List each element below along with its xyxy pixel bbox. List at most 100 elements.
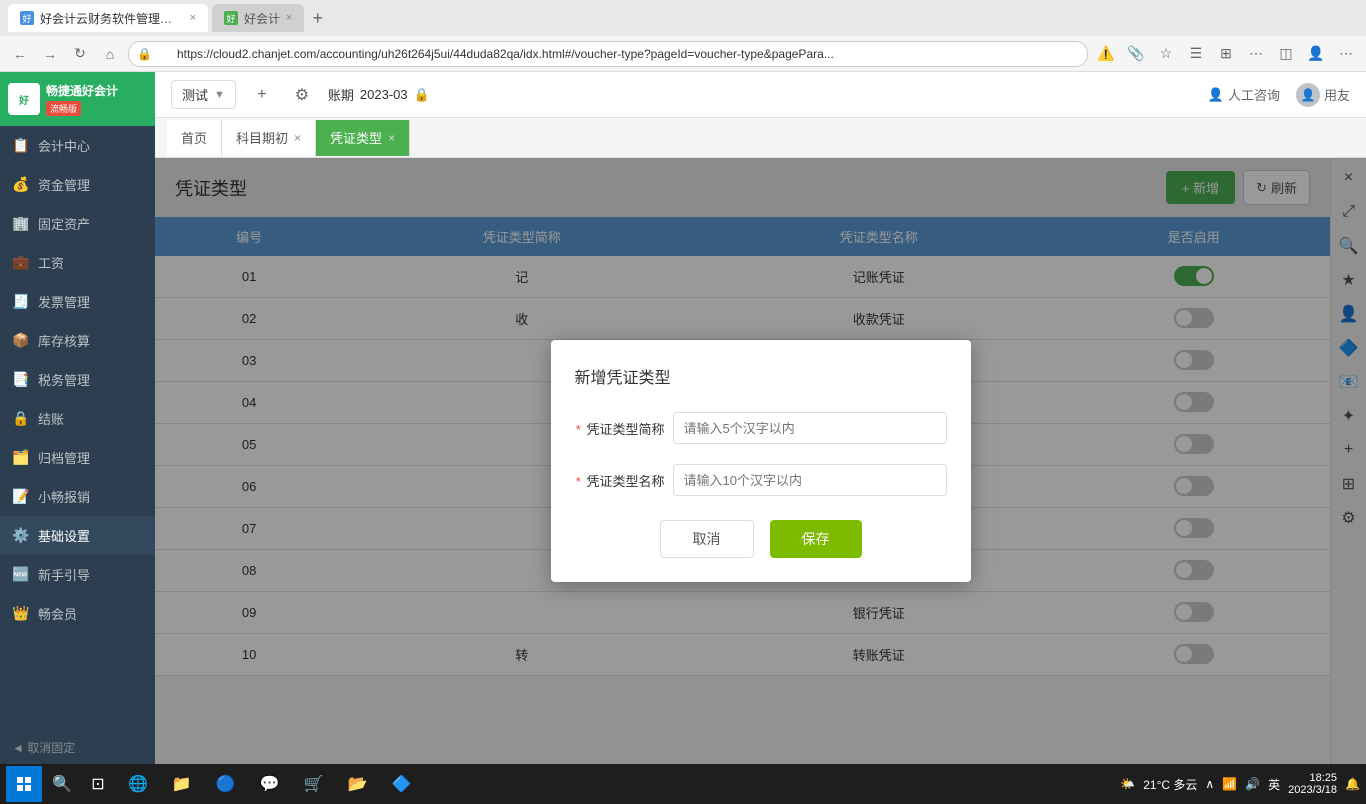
- sidebar-item-salary[interactable]: 💼 工资: [0, 243, 155, 282]
- task-view-btn[interactable]: ⊡: [82, 768, 114, 800]
- nav-refresh-button[interactable]: ↻: [68, 42, 92, 66]
- reader-btn[interactable]: ☰: [1184, 42, 1208, 66]
- sidebar-item-settings[interactable]: ⚙️ 基础设置: [0, 516, 155, 555]
- sidebar-item-label-tax: 税务管理: [38, 370, 90, 389]
- sidebar-item-label-settings: 基础设置: [38, 526, 90, 545]
- sidebar-item-fixed-assets[interactable]: 🏢 固定资产: [0, 204, 155, 243]
- save-btn[interactable]: 保存: [770, 520, 862, 558]
- logo-app-name: 畅捷通好会计: [46, 82, 118, 99]
- nav-home-button[interactable]: ⌂: [98, 42, 122, 66]
- tab-close-2[interactable]: ×: [286, 12, 292, 24]
- sidebar-item-tax[interactable]: 📑 税务管理: [0, 360, 155, 399]
- tab-home-label: 首页: [181, 128, 207, 147]
- more-btn[interactable]: ⋯: [1334, 42, 1358, 66]
- sidebar-item-label-fund: 资金管理: [38, 175, 90, 194]
- sidebar-item-label-expense: 小畅报销: [38, 487, 90, 506]
- tab-voucher-type-label: 凭证类型: [330, 128, 382, 147]
- sidebar-item-invoice[interactable]: 🧾 发票管理: [0, 282, 155, 321]
- split-btn[interactable]: ⊞: [1214, 42, 1238, 66]
- tab-subject-period[interactable]: 科目期初 ×: [222, 120, 316, 156]
- wechat-icon: 💬: [260, 774, 280, 794]
- sidebar-item-expense[interactable]: 📝 小畅报销: [0, 477, 155, 516]
- taskbar-app-chrome[interactable]: 🔵: [206, 768, 246, 800]
- sidebar-toggle-btn[interactable]: ◫: [1274, 42, 1298, 66]
- nav-back-button[interactable]: ←: [8, 42, 32, 66]
- tax-icon: 📑: [12, 371, 30, 389]
- sidebar-item-label-member: 畅会员: [38, 604, 77, 623]
- nav-forward-button[interactable]: →: [38, 42, 62, 66]
- taskbar-wifi-icon: 📶: [1222, 777, 1237, 791]
- user-profile-btn[interactable]: 👤: [1304, 42, 1328, 66]
- taskbar-notification-icon[interactable]: 🔔: [1345, 777, 1360, 791]
- cancel-btn[interactable]: 取消: [660, 520, 754, 558]
- sidebar-collapse-label: ◄ 取消固定: [12, 739, 75, 756]
- profile-btn[interactable]: ⚠️: [1094, 42, 1118, 66]
- taskbar-app-explorer[interactable]: 📁: [162, 768, 202, 800]
- browser-tab-2[interactable]: 好 好会计 ×: [212, 4, 304, 32]
- logo-icon: 好: [8, 83, 40, 115]
- taskbar-arrow-up[interactable]: ∧: [1205, 777, 1214, 791]
- taskbar-app-edge[interactable]: 🌐: [118, 768, 158, 800]
- edge2-icon: 🔷: [392, 774, 412, 794]
- sidebar-item-dashboard[interactable]: 📋 会计中心: [0, 126, 155, 165]
- expense-icon: 📝: [12, 488, 30, 506]
- checkout-icon: 🔒: [12, 410, 30, 428]
- start-button[interactable]: [6, 766, 42, 802]
- sidebar-item-fund[interactable]: 💰 资金管理: [0, 165, 155, 204]
- tab-voucher-type-close[interactable]: ×: [388, 131, 395, 145]
- explorer-icon: 📁: [172, 774, 192, 794]
- required-marker-2: *: [576, 474, 581, 489]
- short-label: * 凭证类型简称: [575, 419, 665, 438]
- taskbar-app-files[interactable]: 📂: [338, 768, 378, 800]
- short-input[interactable]: [673, 412, 947, 444]
- taskbar-app-edge2[interactable]: 🔷: [382, 768, 422, 800]
- period-label: 账期: [328, 85, 354, 104]
- name-label: * 凭证类型名称: [575, 471, 665, 490]
- modal-buttons: 取消 保存: [575, 520, 947, 558]
- name-input[interactable]: [673, 464, 947, 496]
- bookmark-btn[interactable]: ☆: [1154, 42, 1178, 66]
- search-taskbar-btn[interactable]: 🔍: [46, 768, 78, 800]
- sidebar-collapse-btn[interactable]: ◄ 取消固定: [0, 731, 155, 764]
- taskbar-lang[interactable]: 英: [1268, 776, 1280, 793]
- chrome-icon: 🔵: [216, 774, 236, 794]
- sidebar-item-guide[interactable]: 🆕 新手引导: [0, 555, 155, 594]
- sidebar-item-label-dashboard: 会计中心: [38, 136, 90, 155]
- taskbar-app-store[interactable]: 🛒: [294, 768, 334, 800]
- address-bar: ← → ↻ ⌂ 🔒 https://cloud2.chanjet.com/acc…: [0, 36, 1366, 72]
- sidebar-item-member[interactable]: 👑 畅会员: [0, 594, 155, 633]
- sidebar-item-label-guide: 新手引导: [38, 565, 90, 584]
- user-btn[interactable]: 👤 用友: [1296, 83, 1350, 107]
- required-marker-1: *: [576, 422, 581, 437]
- toolbar-right: 👤 人工咨询 👤 用友: [1208, 83, 1350, 107]
- page-content-area: 凭证类型 + 新增 ↻ 刷新: [155, 158, 1366, 764]
- tab-subject-period-close[interactable]: ×: [294, 131, 301, 145]
- sidebar-logo[interactable]: 好 畅捷通好会计 流畅版: [0, 72, 155, 126]
- sidebar-item-checkout[interactable]: 🔒 结账: [0, 399, 155, 438]
- modal-overlay: 新增凭证类型 * 凭证类型简称 * 凭证类型名称: [155, 158, 1366, 764]
- guide-icon: 🆕: [12, 566, 30, 584]
- address-input[interactable]: 🔒 https://cloud2.chanjet.com/accounting/…: [128, 41, 1088, 67]
- extensions-btn[interactable]: 📎: [1124, 42, 1148, 66]
- workspace-selector[interactable]: 测试 ▼: [171, 80, 236, 109]
- tab-home[interactable]: 首页: [167, 120, 222, 156]
- tab-voucher-type[interactable]: 凭证类型 ×: [316, 120, 410, 156]
- help-btn[interactable]: 👤 人工咨询: [1208, 85, 1280, 104]
- modal-title: 新增凭证类型: [575, 364, 947, 388]
- tab-close-1[interactable]: ×: [190, 12, 196, 24]
- new-voucher-type-modal: 新增凭证类型 * 凭证类型简称 * 凭证类型名称: [551, 340, 971, 582]
- settings-gear-btn[interactable]: ⚙: [288, 81, 316, 109]
- sidebar-menu: 📋 会计中心 💰 资金管理 🏢 固定资产 💼 工资 🧾 发票管理 📦 库: [0, 126, 155, 731]
- taskbar-app-wechat[interactable]: 💬: [250, 768, 290, 800]
- browser-tab-1[interactable]: 好 好会计云财务软件管理系统_会计 ×: [8, 4, 208, 32]
- sidebar-item-archive[interactable]: 🗂️ 归档管理: [0, 438, 155, 477]
- taskbar-time-area[interactable]: 18:25 2023/3/18: [1288, 772, 1337, 796]
- settings-btn[interactable]: ⋯: [1244, 42, 1268, 66]
- sidebar-item-label-salary: 工资: [38, 253, 64, 272]
- form-row-name: * 凭证类型名称: [575, 464, 947, 496]
- taskbar-weather-text: 21°C 多云: [1143, 776, 1197, 793]
- address-text: https://cloud2.chanjet.com/accounting/uh…: [157, 47, 834, 61]
- new-tab-button[interactable]: +: [312, 8, 323, 29]
- sidebar-item-inventory[interactable]: 📦 库存核算: [0, 321, 155, 360]
- add-workspace-btn[interactable]: +: [248, 81, 276, 109]
